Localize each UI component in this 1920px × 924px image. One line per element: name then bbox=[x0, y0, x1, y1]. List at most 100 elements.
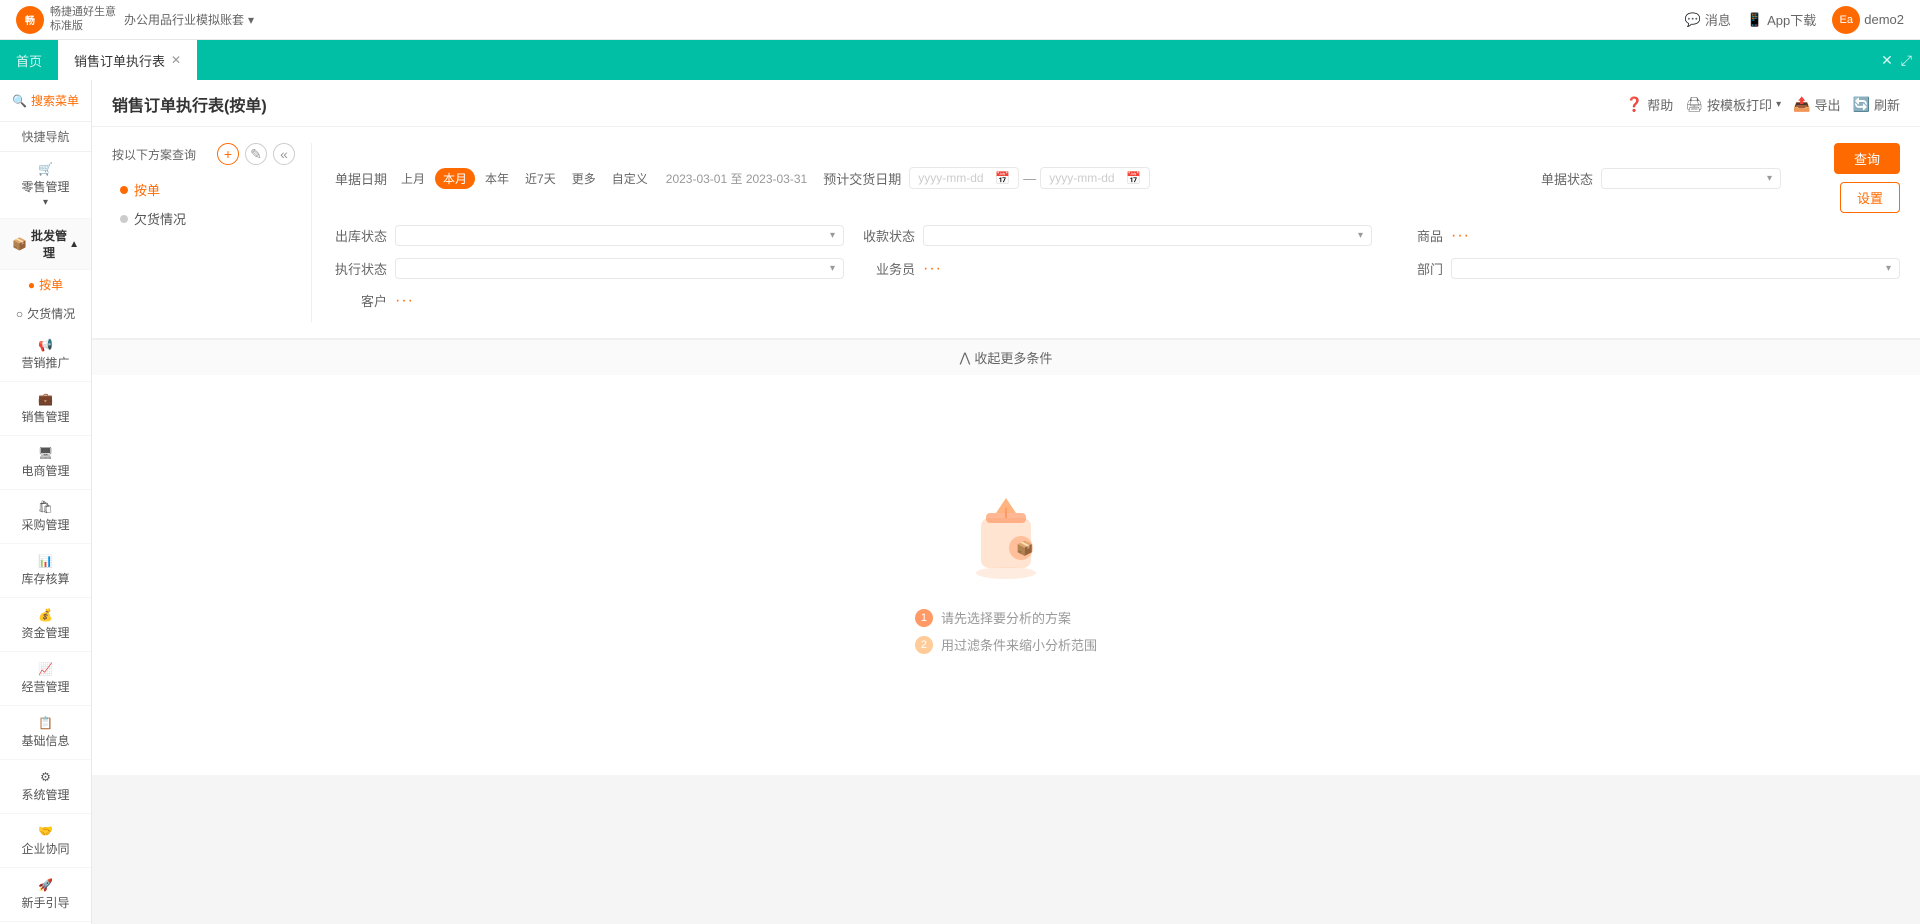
sales-icon: 💼 bbox=[38, 392, 53, 406]
collapse-more-button[interactable]: ⋀ 收起更多条件 bbox=[92, 339, 1920, 375]
expected-delivery-end[interactable]: yyyy-mm-dd 📅 bbox=[1040, 167, 1150, 189]
nav-tabs: 首页 销售订单执行表 ✕ ✕ ⤢ bbox=[0, 40, 1920, 80]
inactive-dot-icon bbox=[120, 215, 128, 223]
help-icon: ❓ bbox=[1626, 96, 1643, 113]
wholesale-arrow-icon: ▲ bbox=[69, 239, 79, 250]
sidebar-item-system[interactable]: ⚙ 系统管理 bbox=[0, 760, 91, 814]
sidebar-item-business[interactable]: 📈 经营管理 bbox=[0, 652, 91, 706]
sidebar-item-enterprise[interactable]: 🤝 企业协同 bbox=[0, 814, 91, 868]
sidebar-item-retail[interactable]: 🛒 零售管理 ▾ bbox=[0, 152, 91, 219]
business-icon: 📈 bbox=[38, 662, 53, 676]
goods-dots-button[interactable]: ··· bbox=[1451, 227, 1470, 245]
breadcrumb-dropdown[interactable]: ▾ bbox=[248, 13, 254, 27]
filter-field-department: 部门 ▾ bbox=[1388, 258, 1900, 279]
customer-dots-button[interactable]: ··· bbox=[395, 292, 414, 310]
refresh-action[interactable]: 🔄 刷新 bbox=[1853, 95, 1900, 114]
execution-status-control: ▾ bbox=[395, 258, 844, 279]
logo-icon: 畅 bbox=[16, 6, 44, 34]
search-actions: 查询 设置 bbox=[1834, 143, 1900, 213]
refresh-icon: 🔄 bbox=[1853, 96, 1870, 113]
page-inner: 销售订单执行表(按单) ❓ 帮助 🖨 按模板打印 ▾ 📤 导出 bbox=[92, 80, 1920, 775]
tab-close-icon[interactable]: ✕ bbox=[171, 53, 181, 67]
sidebar-item-ecommerce[interactable]: 🖥 电商管理 bbox=[0, 436, 91, 490]
doc-status-arrow-icon: ▾ bbox=[1767, 173, 1772, 184]
tab-maximize-action[interactable]: ⤢ bbox=[1901, 52, 1912, 69]
empty-state: 📦 1 请先选择要分析的方案 2 用过滤条件来缩小分析范围 bbox=[92, 375, 1920, 775]
filter-row-4: 客户 ··· bbox=[332, 291, 1900, 310]
sidebar-item-wholesale[interactable]: 📦 批发管理 ▲ bbox=[0, 219, 91, 270]
user-action[interactable]: Ea demo2 bbox=[1832, 6, 1904, 34]
settings-button[interactable]: 设置 bbox=[1840, 182, 1900, 213]
collection-status-select[interactable]: ▾ bbox=[923, 225, 1372, 246]
sidebar-item-inventory[interactable]: 📊 库存核算 bbox=[0, 544, 91, 598]
expected-delivery-control: yyyy-mm-dd 📅 — yyyy-mm-dd 📅 bbox=[909, 167, 1522, 189]
tab-home[interactable]: 首页 bbox=[0, 40, 58, 80]
add-scheme-button[interactable]: + bbox=[217, 143, 239, 165]
filter-row-2: 出库状态 ▾ 收款状态 bbox=[332, 225, 1900, 246]
date-tab-more[interactable]: 更多 bbox=[566, 168, 602, 189]
app-icon: 📱 bbox=[1747, 12, 1763, 28]
sidebar-sub-item-order[interactable]: ● 按单 bbox=[0, 270, 91, 299]
debt-icon: ○ bbox=[16, 307, 23, 321]
doc-status-select[interactable]: ▾ bbox=[1601, 168, 1781, 189]
delivery-status-control: ▾ bbox=[395, 225, 844, 246]
sidebar-item-finance[interactable]: 💰 资金管理 bbox=[0, 598, 91, 652]
filter-row-3: 执行状态 ▾ 业务员 ··· bbox=[332, 258, 1900, 279]
collection-status-label: 收款状态 bbox=[860, 226, 915, 245]
print-action[interactable]: 🖨 按模板打印 ▾ bbox=[1685, 95, 1781, 114]
sidebar-item-newbie[interactable]: 🚀 新手引导 bbox=[0, 868, 91, 922]
sidebar-item-sales[interactable]: 💼 销售管理 bbox=[0, 382, 91, 436]
date-tab-7days[interactable]: 近7天 bbox=[519, 168, 562, 189]
sidebar-item-basic[interactable]: 📋 基础信息 bbox=[0, 706, 91, 760]
search-menu-button[interactable]: 🔍 搜索菜单 bbox=[8, 88, 83, 113]
date-tab-this-month[interactable]: 本月 bbox=[435, 168, 475, 189]
filter-row-1: 单据日期 上月 本月 本年 近7天 更多 自定义 20 bbox=[332, 143, 1900, 213]
sidebar-item-marketing[interactable]: 📢 营销推广 bbox=[0, 328, 91, 382]
collapse-scheme-button[interactable]: « bbox=[273, 143, 295, 165]
filter-item-order[interactable]: 按单 bbox=[112, 175, 295, 204]
export-action[interactable]: 📤 导出 bbox=[1793, 95, 1840, 114]
main-layout: 🔍 搜索菜单 快捷导航 🛒 零售管理 ▾ 📦 批发管理 ▲ ● 按单 bbox=[0, 80, 1920, 924]
expected-delivery-start[interactable]: yyyy-mm-dd 📅 bbox=[909, 167, 1019, 189]
salesperson-dots-button[interactable]: ··· bbox=[923, 260, 942, 278]
header-right: 💬 消息 📱 App下载 Ea demo2 bbox=[1685, 6, 1904, 34]
filter-left-title: 按以下方案查询 + ✎ « bbox=[112, 143, 295, 165]
goods-control: ··· bbox=[1451, 227, 1900, 245]
calendar-end-icon: 📅 bbox=[1126, 171, 1141, 185]
message-icon: 💬 bbox=[1685, 12, 1701, 28]
execution-status-label: 执行状态 bbox=[332, 259, 387, 278]
page-title-actions: ❓ 帮助 🖨 按模板打印 ▾ 📤 导出 🔄 刷新 bbox=[1626, 95, 1900, 114]
search-icon: 🔍 bbox=[12, 94, 27, 108]
department-select[interactable]: ▾ bbox=[1451, 258, 1900, 279]
search-button[interactable]: 查询 bbox=[1834, 143, 1900, 174]
svg-text:📦: 📦 bbox=[1016, 540, 1033, 557]
delivery-status-arrow-icon: ▾ bbox=[830, 230, 835, 241]
filter-panel: 按以下方案查询 + ✎ « 按单 欠货情况 bbox=[92, 127, 1920, 339]
department-control: ▾ bbox=[1451, 258, 1900, 279]
avatar: Ea bbox=[1832, 6, 1860, 34]
filter-field-salesperson: 业务员 ··· bbox=[860, 259, 1372, 278]
page-title-bar: 销售订单执行表(按单) ❓ 帮助 🖨 按模板打印 ▾ 📤 导出 bbox=[92, 80, 1920, 127]
execution-status-arrow-icon: ▾ bbox=[830, 263, 835, 274]
sidebar-item-purchase[interactable]: 🛍 采购管理 bbox=[0, 490, 91, 544]
filter-left: 按以下方案查询 + ✎ « 按单 欠货情况 bbox=[112, 143, 312, 322]
date-tab-this-year[interactable]: 本年 bbox=[479, 168, 515, 189]
sidebar-sub-item-debt[interactable]: ○ 欠货情况 bbox=[0, 299, 91, 328]
tab-sales-order[interactable]: 销售订单执行表 ✕ bbox=[58, 40, 197, 80]
execution-status-select[interactable]: ▾ bbox=[395, 258, 844, 279]
content-area: 销售订单执行表(按单) ❓ 帮助 🖨 按模板打印 ▾ 📤 导出 bbox=[92, 80, 1920, 924]
app-download-action[interactable]: 📱 App下载 bbox=[1747, 10, 1816, 29]
edit-scheme-button[interactable]: ✎ bbox=[245, 143, 267, 165]
message-action[interactable]: 💬 消息 bbox=[1685, 10, 1731, 29]
sidebar-quick-nav[interactable]: 快捷导航 bbox=[0, 122, 91, 152]
date-tab-last-month[interactable]: 上月 bbox=[395, 168, 431, 189]
page-title: 销售订单执行表(按单) bbox=[112, 92, 267, 116]
date-tab-custom[interactable]: 自定义 bbox=[606, 168, 654, 189]
collection-status-control: ▾ bbox=[923, 225, 1372, 246]
tab-close-action[interactable]: ✕ bbox=[1881, 52, 1893, 69]
delivery-status-select[interactable]: ▾ bbox=[395, 225, 844, 246]
department-label: 部门 bbox=[1388, 259, 1443, 278]
help-action[interactable]: ❓ 帮助 bbox=[1626, 95, 1673, 114]
date-range-label: 2023-03-01 至 2023-03-31 bbox=[666, 170, 807, 187]
filter-item-debt[interactable]: 欠货情况 bbox=[112, 204, 295, 233]
